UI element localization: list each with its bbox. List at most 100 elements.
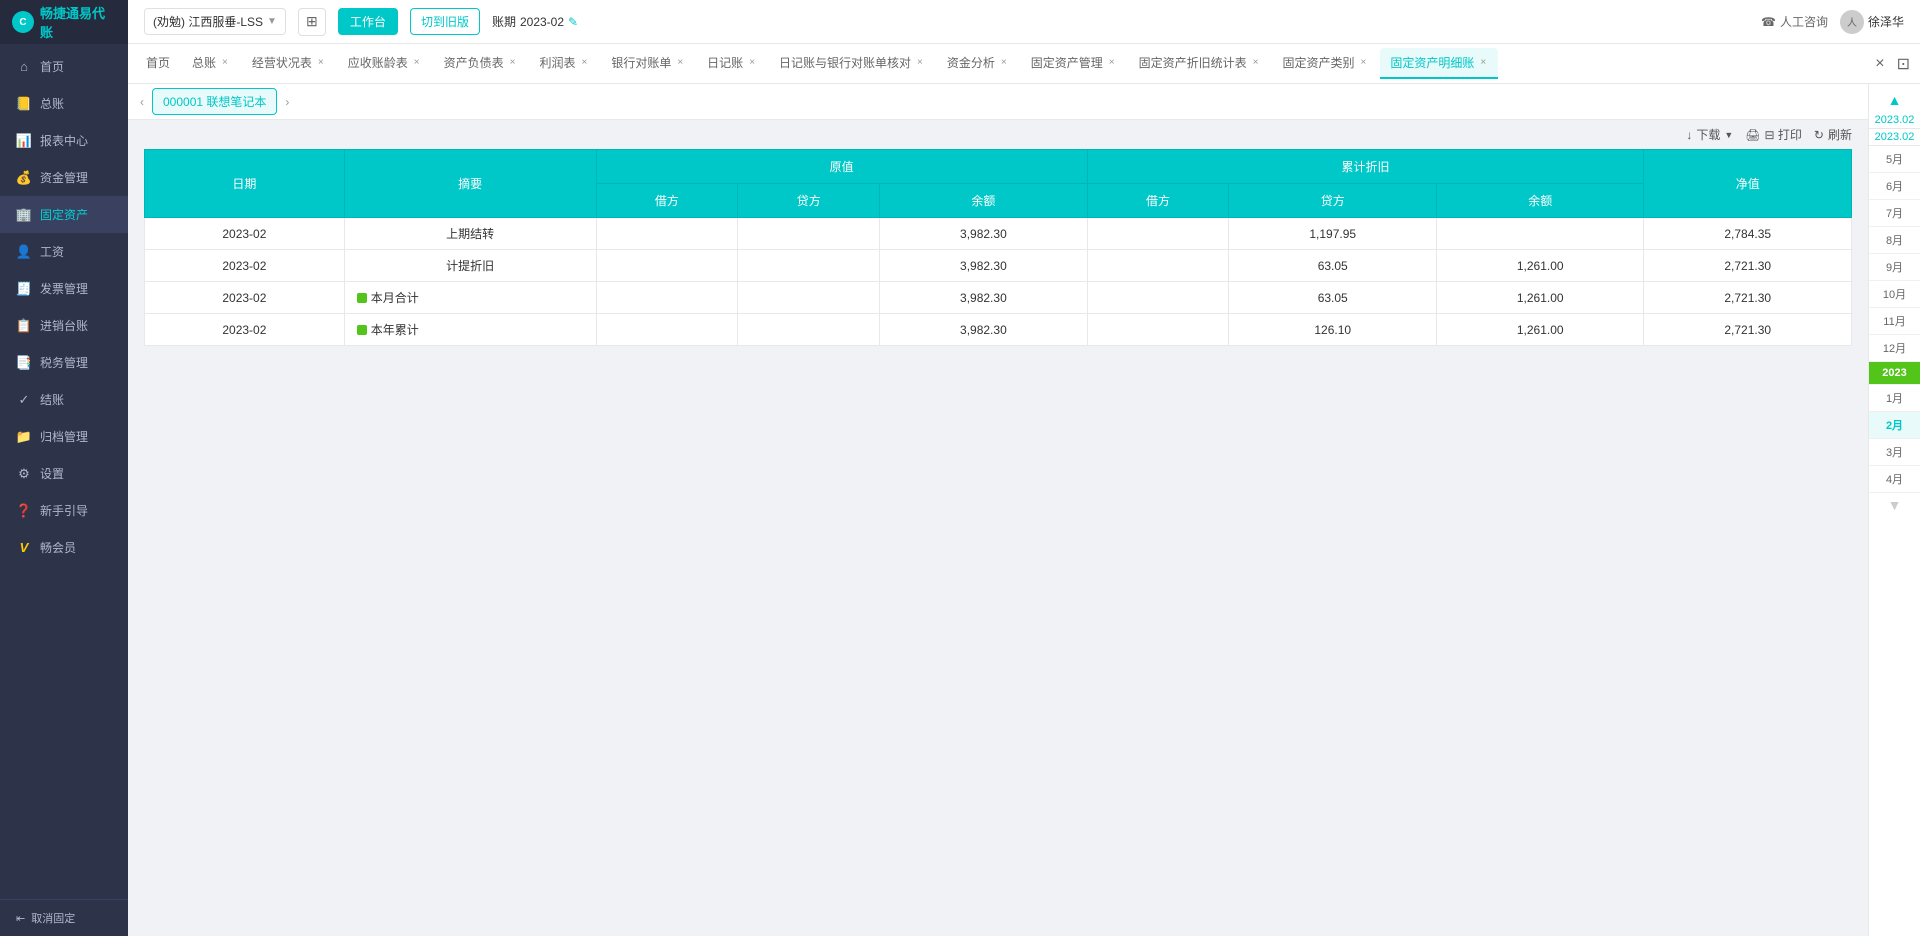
timeline-scroll-up[interactable]: ▲ bbox=[1869, 88, 1920, 112]
sidebar-item-home[interactable]: ⌂ 首页 bbox=[0, 48, 128, 85]
th-orig-balance: 余额 bbox=[880, 184, 1088, 218]
cell-date: 2023-02 bbox=[145, 250, 345, 282]
tab-depreciation-stat[interactable]: 固定资产折旧统计表 × bbox=[1129, 48, 1271, 79]
copy-button[interactable]: ⊞ bbox=[298, 8, 326, 36]
sidebar-item-ledger[interactable]: 📒 总账 bbox=[0, 85, 128, 122]
sidebar-item-tax[interactable]: 📑 税务管理 bbox=[0, 344, 128, 381]
period-edit-icon[interactable]: ✎ bbox=[568, 15, 578, 29]
tab-funds-close[interactable]: × bbox=[999, 56, 1009, 69]
tab-fa-detail-close[interactable]: × bbox=[1478, 56, 1488, 69]
tab-profit[interactable]: 利润表 × bbox=[529, 48, 599, 79]
header: (劝勉) 江西服垂-LSS ▼ ⊞ 工作台 切到旧版 账期 2023-02 ✎ … bbox=[128, 0, 1920, 44]
sidebar-item-sales[interactable]: 📋 进销台账 bbox=[0, 307, 128, 344]
tab-receivable[interactable]: 应收账龄表 × bbox=[338, 48, 432, 79]
sidebar-item-archive[interactable]: 📁 归档管理 bbox=[0, 418, 128, 455]
timeline-month-12[interactable]: 12月 bbox=[1869, 335, 1920, 362]
company-name: (劝勉) 江西服垂-LSS bbox=[153, 13, 263, 30]
cell-orig-debit bbox=[596, 282, 738, 314]
sidebar-item-payroll[interactable]: 👤 工资 bbox=[0, 233, 128, 270]
timeline-month-1[interactable]: 1月 bbox=[1869, 385, 1920, 412]
tab-balance-close[interactable]: × bbox=[508, 56, 518, 69]
tab-ledger-close[interactable]: × bbox=[220, 56, 230, 69]
timeline-month-11[interactable]: 11月 bbox=[1869, 308, 1920, 335]
th-net-value: 净值 bbox=[1644, 150, 1852, 218]
member-icon: V bbox=[16, 540, 32, 556]
sidebar-unpin-button[interactable]: ⇤ 取消固定 bbox=[0, 899, 128, 936]
tab-journal[interactable]: 日记账 × bbox=[697, 48, 767, 79]
switch-version-button[interactable]: 切到旧版 bbox=[410, 8, 480, 35]
timeline-month-2[interactable]: 2月 bbox=[1869, 412, 1920, 439]
timeline-year-header-top: 2023.02 bbox=[1869, 112, 1920, 129]
refresh-button[interactable]: ↻ 刷新 bbox=[1814, 126, 1852, 143]
tab-fa-cat-label: 固定资产类别 bbox=[1282, 54, 1354, 71]
tab-dep-stat-close[interactable]: × bbox=[1251, 56, 1261, 69]
th-original-value: 原值 bbox=[596, 150, 1087, 184]
tab-management-close[interactable]: × bbox=[316, 56, 326, 69]
tab-bank-close[interactable]: × bbox=[675, 56, 685, 69]
cell-accum-debit bbox=[1087, 250, 1229, 282]
sidebar-item-funds[interactable]: 💰 资金管理 bbox=[0, 159, 128, 196]
tab-journal-close[interactable]: × bbox=[747, 56, 757, 69]
panel-toolbar: ↓ 下载 ▼ 🖨 ⊟ 打印 ↻ 刷新 bbox=[128, 120, 1868, 149]
print-button[interactable]: 🖨 ⊟ 打印 bbox=[1745, 126, 1802, 143]
timeline-year-badge: 2023 bbox=[1869, 362, 1920, 385]
table-row: 2023-02 本年累计 3,982.30 126. bbox=[145, 314, 1852, 346]
tab-fixed-assets-category[interactable]: 固定资产类别 × bbox=[1272, 48, 1378, 79]
tab-reconcile-close[interactable]: × bbox=[915, 56, 925, 69]
payroll-icon: 👤 bbox=[16, 244, 32, 260]
tab-fixed-assets-detail[interactable]: 固定资产明细账 × bbox=[1380, 48, 1498, 79]
sidebar-item-member[interactable]: V 畅会员 bbox=[0, 529, 128, 566]
logo-icon: C bbox=[12, 11, 34, 33]
download-button[interactable]: ↓ 下载 ▼ bbox=[1686, 126, 1733, 143]
tab-management[interactable]: 经营状况表 × bbox=[242, 48, 336, 79]
sidebar-item-close[interactable]: ✓ 结账 bbox=[0, 381, 128, 418]
download-arrow-icon: ▼ bbox=[1724, 130, 1733, 140]
sidebar-item-reports[interactable]: 📊 报表中心 bbox=[0, 122, 128, 159]
tab-ledger[interactable]: 总账 × bbox=[182, 48, 240, 79]
tab-receivable-close[interactable]: × bbox=[412, 56, 422, 69]
timeline-month-6[interactable]: 6月 bbox=[1869, 173, 1920, 200]
sidebar-item-invoice[interactable]: 🧾 发票管理 bbox=[0, 270, 128, 307]
company-selector[interactable]: (劝勉) 江西服垂-LSS ▼ bbox=[144, 8, 286, 35]
sidebar-item-label: 结账 bbox=[40, 391, 64, 408]
sidebar-item-label: 报表中心 bbox=[40, 132, 88, 149]
timeline-month-3[interactable]: 3月 bbox=[1869, 439, 1920, 466]
tab-reconcile[interactable]: 日记账与银行对账单核对 × bbox=[769, 48, 935, 79]
workbench-button[interactable]: 工作台 bbox=[338, 8, 398, 35]
sidebar-item-fixed-assets[interactable]: 🏢 固定资产 bbox=[0, 196, 128, 233]
timeline-month-8[interactable]: 8月 bbox=[1869, 227, 1920, 254]
timeline-month-10[interactable]: 10月 bbox=[1869, 281, 1920, 308]
tab-home[interactable]: 首页 bbox=[136, 48, 180, 79]
nav-asset-item[interactable]: 000001 联想笔记本 bbox=[152, 88, 277, 115]
timeline-sidebar: ▲ 2023.02 2023.02 5月 6月 7月 8月 9月 10月 11月… bbox=[1868, 84, 1920, 936]
timeline-scroll-down[interactable]: ▼ bbox=[1869, 493, 1920, 517]
tab-fa-mgmt-close[interactable]: × bbox=[1107, 56, 1117, 69]
sidebar-item-label: 税务管理 bbox=[40, 354, 88, 371]
sidebar-item-guide[interactable]: ❓ 新手引导 bbox=[0, 492, 128, 529]
user-menu[interactable]: 人 徐泽华 bbox=[1840, 10, 1904, 34]
settings-icon: ⚙ bbox=[16, 466, 32, 482]
tab-close-all-button[interactable]: × bbox=[1873, 53, 1886, 75]
sidebar-item-label: 设置 bbox=[40, 465, 64, 482]
tab-profit-label: 利润表 bbox=[539, 54, 575, 71]
sidebar-item-label: 发票管理 bbox=[40, 280, 88, 297]
tab-profit-close[interactable]: × bbox=[579, 56, 589, 69]
nav-next-arrow[interactable]: › bbox=[285, 95, 289, 109]
timeline-month-9[interactable]: 9月 bbox=[1869, 254, 1920, 281]
timeline-month-7[interactable]: 7月 bbox=[1869, 200, 1920, 227]
sidebar-item-settings[interactable]: ⚙ 设置 bbox=[0, 455, 128, 492]
print-icon: 🖨 bbox=[1745, 128, 1760, 142]
tab-balance[interactable]: 资产负债表 × bbox=[434, 48, 528, 79]
tab-fa-cat-close[interactable]: × bbox=[1358, 56, 1368, 69]
tab-funds-label: 资金分析 bbox=[947, 54, 995, 71]
tab-fixed-assets-mgmt[interactable]: 固定资产管理 × bbox=[1021, 48, 1127, 79]
tab-funds-analysis[interactable]: 资金分析 × bbox=[937, 48, 1019, 79]
tab-restore-button[interactable]: ⊡ bbox=[1895, 52, 1912, 76]
cell-date: 2023-02 bbox=[145, 218, 345, 250]
timeline-month-5[interactable]: 5月 bbox=[1869, 146, 1920, 173]
cell-date: 2023-02 bbox=[145, 314, 345, 346]
support-button[interactable]: ☎ 人工咨询 bbox=[1761, 13, 1828, 30]
timeline-month-4[interactable]: 4月 bbox=[1869, 466, 1920, 493]
tab-bank-statement[interactable]: 银行对账单 × bbox=[601, 48, 695, 79]
nav-prev-arrow[interactable]: ‹ bbox=[140, 95, 144, 109]
